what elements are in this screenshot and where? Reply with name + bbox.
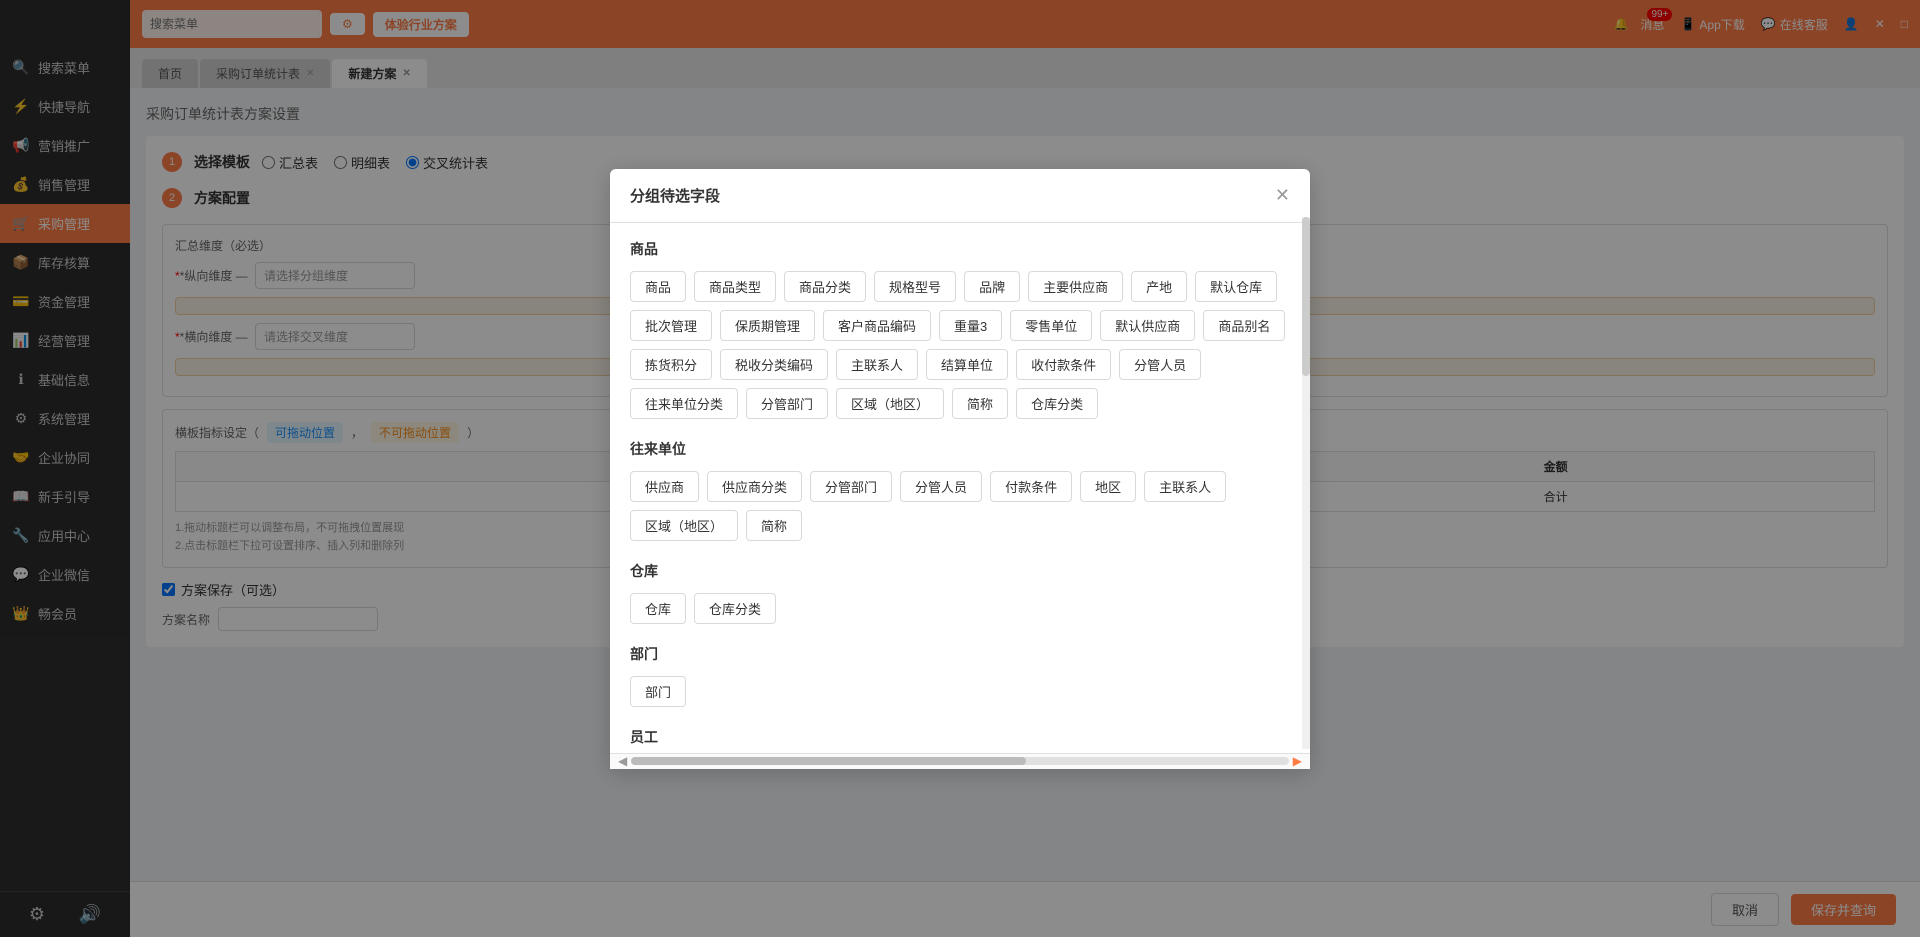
field-region[interactable]: 区域（地区） [836,388,944,419]
field-pick-points[interactable]: 拣货积分 [630,349,712,380]
section-employee: 员工 业务员 [630,727,1290,754]
field-batch-mgmt[interactable]: 批次管理 [630,310,712,341]
field-main-contact-partner[interactable]: 主联系人 [1144,471,1226,502]
field-shelf-life[interactable]: 保质期管理 [720,310,815,341]
section-department-fields: 部门 [630,676,1290,707]
field-supplier-category[interactable]: 供应商分类 [707,471,802,502]
field-warehouse-cat[interactable]: 仓库分类 [694,593,776,624]
modal-title: 分组待选字段 [630,185,720,206]
field-payment-terms[interactable]: 收付款条件 [1016,349,1111,380]
modal-header: 分组待选字段 ✕ [610,169,1310,223]
field-warehouse-category[interactable]: 仓库分类 [1016,388,1098,419]
field-default-warehouse[interactable]: 默认仓库 [1195,271,1277,302]
field-tax-code[interactable]: 税收分类编码 [720,349,828,380]
scroll-right-arrow[interactable]: ▶ [1293,754,1302,768]
field-warehouse[interactable]: 仓库 [630,593,686,624]
section-employee-title: 员工 [630,727,1290,747]
modal-body: 商品 商品 商品类型 商品分类 规格型号 品牌 主要供应商 产地 默认仓库 批次… [610,223,1310,754]
section-department: 部门 部门 [630,644,1290,707]
field-retail-unit[interactable]: 零售单位 [1010,310,1092,341]
vertical-scrollbar-thumb [1302,217,1310,377]
modal-scrollbar-area: ◀ ▶ [610,753,1310,768]
field-partner-supervisor[interactable]: 分管人员 [900,471,982,502]
field-main-supplier[interactable]: 主要供应商 [1028,271,1123,302]
field-origin[interactable]: 产地 [1131,271,1187,302]
section-partner: 往来单位 供应商 供应商分类 分管部门 分管人员 付款条件 地区 主联系人 区域… [630,439,1290,541]
field-department[interactable]: 部门 [630,676,686,707]
field-supplier[interactable]: 供应商 [630,471,699,502]
field-product[interactable]: 商品 [630,271,686,302]
section-warehouse-fields: 仓库 仓库分类 [630,593,1290,624]
field-payment-condition[interactable]: 付款条件 [990,471,1072,502]
field-product-type[interactable]: 商品类型 [694,271,776,302]
field-partner-category[interactable]: 往来单位分类 [630,388,738,419]
field-settlement-unit[interactable]: 结算单位 [926,349,1008,380]
field-main-contact[interactable]: 主联系人 [836,349,918,380]
section-partner-title: 往来单位 [630,439,1290,459]
field-weight3[interactable]: 重量3 [939,310,1002,341]
scroll-left-arrow[interactable]: ◀ [618,754,627,768]
field-short-name[interactable]: 简称 [952,388,1008,419]
section-partner-fields: 供应商 供应商分类 分管部门 分管人员 付款条件 地区 主联系人 区域（地区） … [630,471,1290,541]
vertical-scrollbar-track[interactable] [1302,217,1310,749]
field-supervisor[interactable]: 分管人员 [1119,349,1201,380]
field-brand[interactable]: 品牌 [964,271,1020,302]
section-product: 商品 商品 商品类型 商品分类 规格型号 品牌 主要供应商 产地 默认仓库 批次… [630,239,1290,419]
field-alias[interactable]: 商品别名 [1203,310,1285,341]
section-department-title: 部门 [630,644,1290,664]
section-warehouse-title: 仓库 [630,561,1290,581]
horizontal-scrollbar-track[interactable] [631,757,1289,765]
field-default-supplier[interactable]: 默认供应商 [1100,310,1195,341]
modal-overlay: 分组待选字段 ✕ 商品 商品 商品类型 商品分类 规格型号 品牌 主要供应商 产… [0,0,1920,937]
section-product-title: 商品 [630,239,1290,259]
field-partner-dept[interactable]: 分管部门 [810,471,892,502]
field-partner-short[interactable]: 简称 [746,510,802,541]
field-customer-code[interactable]: 客户商品编码 [823,310,931,341]
field-product-category[interactable]: 商品分类 [784,271,866,302]
modal-close-button[interactable]: ✕ [1275,185,1290,206]
field-partner-region[interactable]: 区域（地区） [630,510,738,541]
section-product-fields: 商品 商品类型 商品分类 规格型号 品牌 主要供应商 产地 默认仓库 批次管理 … [630,271,1290,419]
field-select-modal: 分组待选字段 ✕ 商品 商品 商品类型 商品分类 规格型号 品牌 主要供应商 产… [610,169,1310,769]
section-warehouse: 仓库 仓库 仓库分类 [630,561,1290,624]
field-spec[interactable]: 规格型号 [874,271,956,302]
field-dept[interactable]: 分管部门 [746,388,828,419]
field-area[interactable]: 地区 [1080,471,1136,502]
horizontal-scrollbar-thumb [631,757,1026,765]
